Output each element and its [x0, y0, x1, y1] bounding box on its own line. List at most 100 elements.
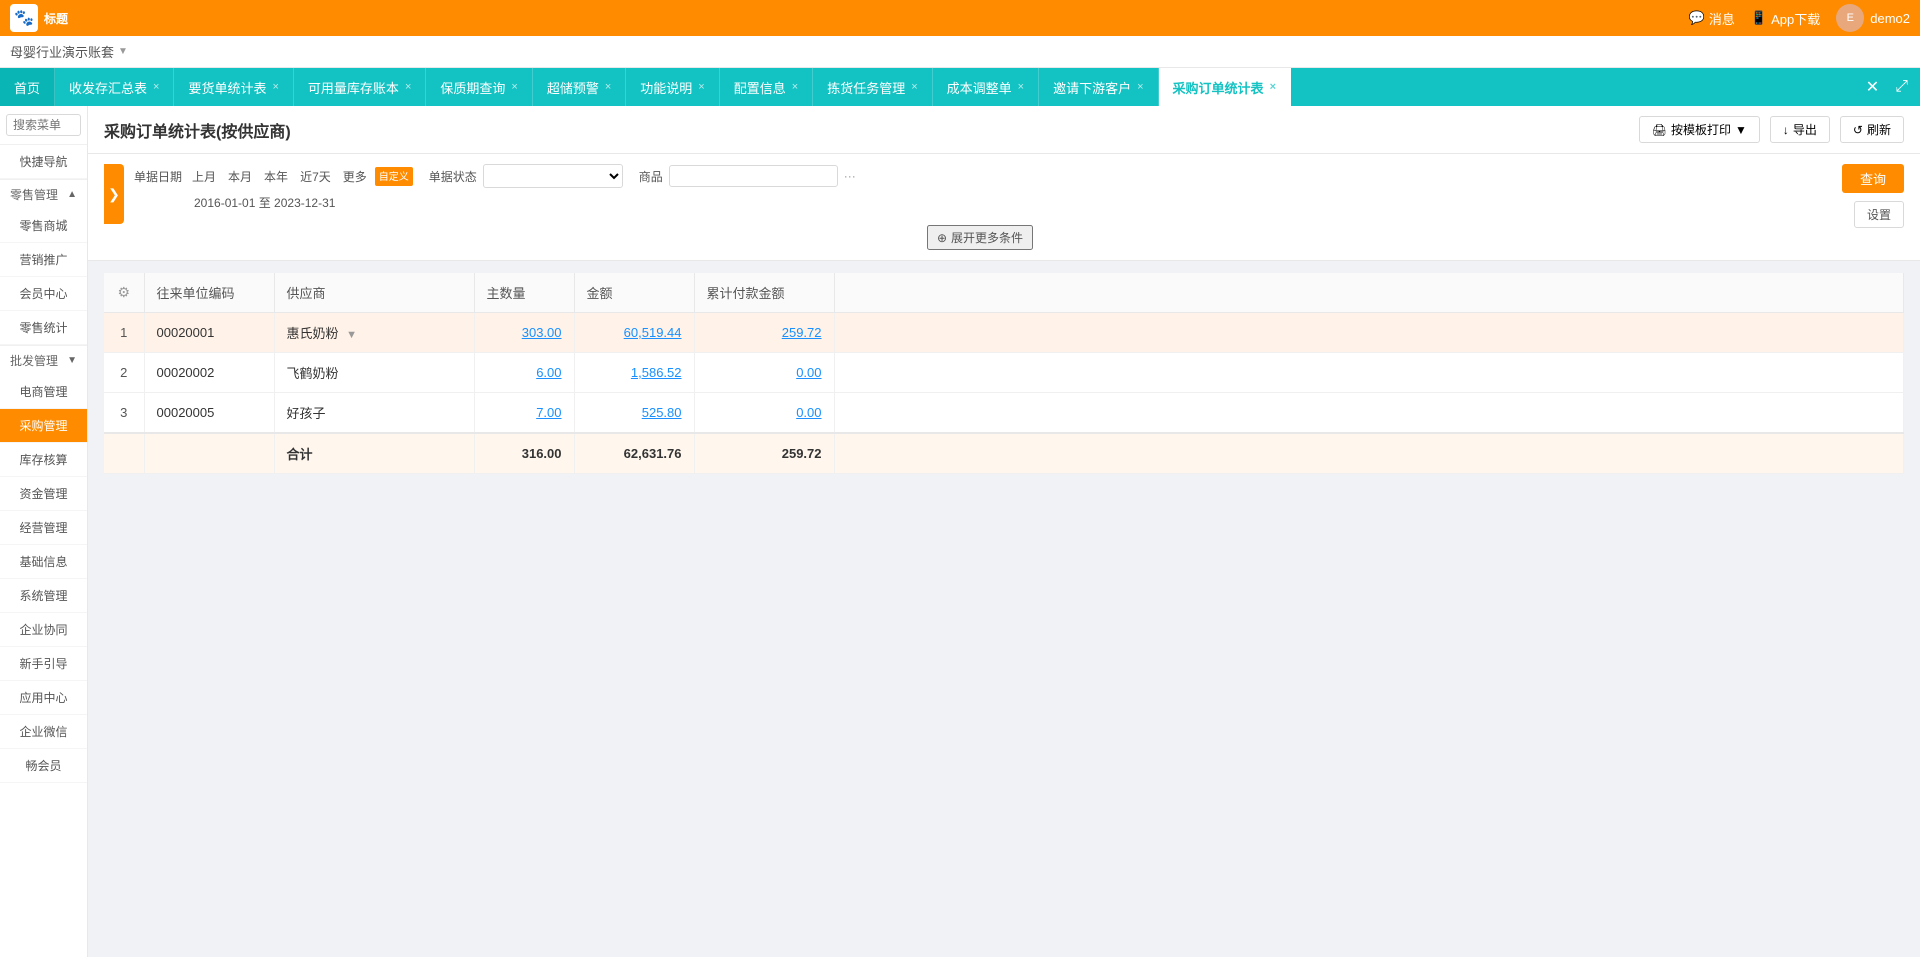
- tab-pick-task[interactable]: 拣货任务管理 ×: [813, 68, 932, 106]
- close-icon[interactable]: ×: [405, 81, 411, 93]
- workspace-selector[interactable]: 母婴行业演示账套 ▼: [10, 42, 128, 61]
- row-qty-3[interactable]: 7.00: [474, 393, 574, 434]
- app-download-btn[interactable]: 📱 App下载: [1751, 9, 1820, 28]
- close-tab-btn[interactable]: ✕: [1860, 75, 1885, 99]
- avatar: E: [1836, 4, 1864, 32]
- close-icon[interactable]: ×: [511, 81, 517, 93]
- tab-expiry-query[interactable]: 保质期查询 ×: [426, 68, 532, 106]
- tab-function-desc[interactable]: 功能说明 ×: [626, 68, 719, 106]
- footer-empty-2: [144, 433, 274, 474]
- tab-config-info[interactable]: 配置信息 ×: [720, 68, 813, 106]
- this-year-btn[interactable]: 本年: [260, 167, 292, 186]
- last-7-days-btn[interactable]: 近7天: [296, 167, 335, 186]
- row-supplier-1: 惠氏奶粉 ▼: [274, 313, 474, 353]
- search-input[interactable]: [6, 114, 81, 136]
- close-icon[interactable]: ×: [272, 81, 278, 93]
- workspace-bar: 母婴行业演示账套 ▼: [0, 36, 1920, 68]
- tab-home[interactable]: 首页: [0, 68, 55, 106]
- goods-more-icon[interactable]: ···: [844, 169, 856, 183]
- sidebar-item-member-center[interactable]: 会员中心: [0, 277, 87, 311]
- filter-cols-row1: 单据日期 上月 本月 本年 近7天 更多 自定义 单据状态: [134, 164, 1826, 188]
- expand-down-icon: ⊕: [937, 231, 947, 245]
- table-body: 1 00020001 惠氏奶粉 ▼ 303.00 60,519.44 259.7…: [104, 313, 1904, 434]
- gear-icon[interactable]: ⚙: [117, 284, 130, 300]
- tab-inventory-book[interactable]: 可用量库存账本 ×: [294, 68, 426, 106]
- more-dates-btn[interactable]: 更多: [339, 167, 371, 186]
- close-icon[interactable]: ×: [1137, 81, 1143, 93]
- printer-icon: 🖨: [1652, 123, 1667, 137]
- row-empty-3: [834, 393, 1904, 434]
- top-bar-right: 💬 消息 📱 App下载 E demo2: [1689, 4, 1910, 32]
- date-range-text: 2016-01-01 至 2023-12-31: [194, 194, 335, 211]
- filter-left: 单据日期 上月 本月 本年 近7天 更多 自定义 单据状态: [134, 164, 1826, 250]
- filter-bar: ❯ 单据日期 上月 本月 本年 近7天 更多 自定义: [88, 154, 1920, 261]
- filter-main-row: ❯ 单据日期 上月 本月 本年 近7天 更多 自定义: [104, 164, 1904, 250]
- maximize-tab-btn[interactable]: ⤢: [1889, 76, 1914, 98]
- goods-input[interactable]: [669, 165, 838, 187]
- expand-more-btn[interactable]: ⊕ 展开更多条件: [927, 225, 1033, 250]
- workspace-arrow: ▼: [118, 46, 128, 57]
- close-icon[interactable]: ×: [698, 81, 704, 93]
- message-btn[interactable]: 💬 消息: [1689, 9, 1735, 28]
- table-row: 2 00020002 飞鹤奶粉 6.00 1,586.52 0.00: [104, 353, 1904, 393]
- sidebar-group-retail[interactable]: 零售管理 ▲: [0, 179, 87, 209]
- row-amount-1[interactable]: 60,519.44: [574, 313, 694, 353]
- data-table: ⚙ 往来单位编码 供应商 主数量 金额 累计付款金额 1 00020001: [104, 273, 1904, 474]
- row-paid-3[interactable]: 0.00: [694, 393, 834, 434]
- sidebar-item-inventory-check[interactable]: 库存核算: [0, 443, 87, 477]
- sidebar-item-retail-stats[interactable]: 零售统计: [0, 311, 87, 345]
- page-header-actions: 🖨 按模板打印 ▼ ↓ 导出 ↺ 刷新: [1639, 116, 1904, 153]
- user-area[interactable]: E demo2: [1836, 4, 1910, 32]
- close-icon[interactable]: ×: [1270, 81, 1276, 93]
- tab-order-summary[interactable]: 要货单统计表 ×: [174, 68, 293, 106]
- footer-qty: 316.00: [474, 433, 574, 474]
- tab-cost-adj[interactable]: 成本调整单 ×: [933, 68, 1039, 106]
- export-button[interactable]: ↓ 导出: [1770, 116, 1830, 143]
- row-paid-2[interactable]: 0.00: [694, 353, 834, 393]
- sidebar-item-ecommerce[interactable]: 电商管理: [0, 375, 87, 409]
- nav-tabs-controls: ✕ ⤢: [1860, 75, 1920, 99]
- sidebar-group-wholesale[interactable]: 批发管理 ▼: [0, 345, 87, 375]
- row-paid-1[interactable]: 259.72: [694, 313, 834, 353]
- expand-supplier-icon[interactable]: ▼: [346, 329, 357, 341]
- refresh-button[interactable]: ↺ 刷新: [1840, 116, 1904, 143]
- row-qty-2[interactable]: 6.00: [474, 353, 574, 393]
- tab-purchase-order-stats[interactable]: 采购订单统计表 ×: [1159, 68, 1291, 106]
- chevron-up-icon: ▲: [67, 189, 77, 200]
- row-qty-1[interactable]: 303.00: [474, 313, 574, 353]
- sidebar-item-operation[interactable]: 经营管理: [0, 511, 87, 545]
- print-button[interactable]: 🖨 按模板打印 ▼: [1639, 116, 1760, 143]
- status-select[interactable]: [483, 164, 623, 188]
- sidebar-item-system[interactable]: 系统管理: [0, 579, 87, 613]
- status-filter-label: 单据状态: [429, 168, 477, 185]
- sidebar-item-enterprise-wechat[interactable]: 企业微信: [0, 715, 87, 749]
- close-icon[interactable]: ×: [1018, 81, 1024, 93]
- sidebar-item-app-center[interactable]: 应用中心: [0, 681, 87, 715]
- tab-receive-summary[interactable]: 收发存汇总表 ×: [55, 68, 174, 106]
- sidebar-item-purchase[interactable]: 采购管理: [0, 409, 87, 443]
- close-icon[interactable]: ×: [153, 81, 159, 93]
- row-amount-3[interactable]: 525.80: [574, 393, 694, 434]
- sidebar-item-marketing[interactable]: 营销推广: [0, 243, 87, 277]
- row-amount-2[interactable]: 1,586.52: [574, 353, 694, 393]
- close-icon[interactable]: ×: [792, 81, 798, 93]
- export-icon: ↓: [1783, 123, 1789, 137]
- tab-invite-downstream[interactable]: 邀请下游客户 ×: [1039, 68, 1158, 106]
- chevron-down-icon: ▼: [67, 355, 77, 366]
- sidebar-item-basic-info[interactable]: 基础信息: [0, 545, 87, 579]
- this-month-btn[interactable]: 本月: [224, 167, 256, 186]
- query-button[interactable]: 查询: [1842, 164, 1904, 193]
- sidebar-item-member-card[interactable]: 畅会员: [0, 749, 87, 783]
- sidebar-item-retail-shop[interactable]: 零售商城: [0, 209, 87, 243]
- tab-overstock-warning[interactable]: 超储预警 ×: [533, 68, 626, 106]
- close-icon[interactable]: ×: [605, 81, 611, 93]
- last-month-btn[interactable]: 上月: [188, 167, 220, 186]
- close-icon[interactable]: ×: [911, 81, 917, 93]
- date-filter-label: 单据日期: [134, 168, 182, 185]
- settings-button[interactable]: 设置: [1854, 201, 1904, 228]
- sidebar-item-enterprise-collab[interactable]: 企业协同: [0, 613, 87, 647]
- collapse-filter-btn[interactable]: ❯: [104, 164, 124, 224]
- sidebar-item-quick-nav[interactable]: 快捷导航: [0, 145, 87, 179]
- sidebar-item-new-guide[interactable]: 新手引导: [0, 647, 87, 681]
- sidebar-item-capital[interactable]: 资金管理: [0, 477, 87, 511]
